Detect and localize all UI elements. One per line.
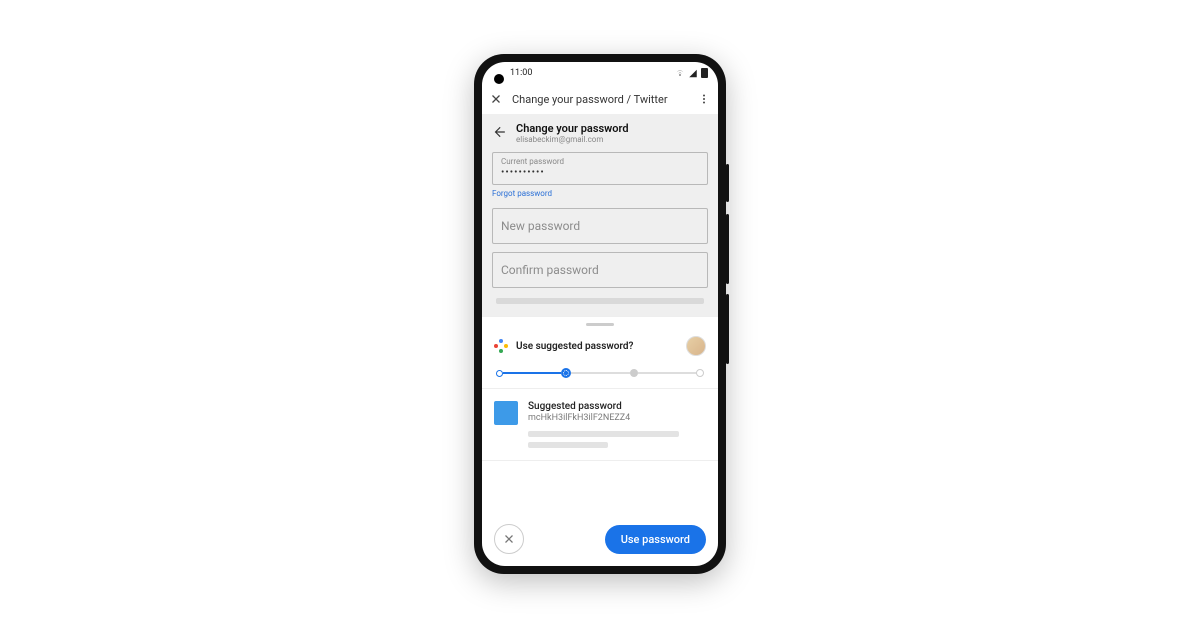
wifi-icon bbox=[675, 69, 685, 78]
status-bar: 11:00 bbox=[482, 62, 718, 84]
volume-down-button[interactable] bbox=[726, 294, 729, 364]
assistant-prompt-row: Use suggested password? bbox=[482, 332, 718, 364]
step-node-4-check-icon bbox=[696, 369, 704, 377]
step-node-1 bbox=[496, 370, 503, 377]
page-header: Change your password elisabeckim@gmail.c… bbox=[492, 122, 708, 144]
app-bar: Change your password / Twitter bbox=[482, 84, 718, 114]
more-options-icon[interactable] bbox=[698, 92, 710, 106]
appbar-title: Change your password / Twitter bbox=[512, 93, 688, 106]
volume-up-button[interactable] bbox=[726, 214, 729, 284]
new-password-field[interactable]: New password bbox=[492, 208, 708, 244]
close-icon[interactable] bbox=[490, 93, 502, 105]
sheet-footer: Use password bbox=[482, 514, 718, 566]
current-password-label: Current password bbox=[501, 157, 699, 166]
assistant-logo-icon bbox=[494, 339, 508, 353]
account-email: elisabeckim@gmail.com bbox=[516, 135, 629, 144]
battery-icon bbox=[701, 68, 708, 78]
suggested-password-label: Suggested password bbox=[528, 401, 706, 412]
password-form: Change your password elisabeckim@gmail.c… bbox=[482, 114, 718, 316]
site-icon bbox=[494, 401, 518, 425]
text-skeleton bbox=[528, 431, 679, 437]
suggested-password-value: mcHkH3ilFkH3ilF2NEZZ4 bbox=[528, 413, 706, 423]
assistant-prompt: Use suggested password? bbox=[516, 341, 678, 352]
screen: 11:00 Change your password / Twitter bbox=[482, 62, 718, 566]
current-password-value: •••••••••• bbox=[501, 166, 699, 178]
suggested-password-card[interactable]: Suggested password mcHkH3ilFkH3ilF2NEZZ4 bbox=[482, 389, 718, 460]
back-arrow-icon[interactable] bbox=[492, 124, 506, 143]
drag-handle[interactable] bbox=[586, 323, 614, 326]
assistant-sheet: Use suggested password? Suggested passwo… bbox=[482, 316, 718, 461]
clock: 11:00 bbox=[510, 68, 532, 78]
front-camera bbox=[494, 74, 504, 84]
current-password-field[interactable]: Current password •••••••••• bbox=[492, 152, 708, 185]
step-node-3-key-icon bbox=[630, 369, 638, 377]
forgot-password-link[interactable]: Forgot password bbox=[492, 189, 708, 198]
content-skeleton bbox=[496, 298, 704, 304]
text-skeleton bbox=[528, 442, 608, 448]
step-node-2-gear-icon bbox=[561, 368, 571, 378]
dismiss-button[interactable] bbox=[494, 524, 524, 554]
signal-icon bbox=[688, 69, 698, 78]
use-password-button[interactable]: Use password bbox=[605, 525, 706, 554]
confirm-password-field[interactable]: Confirm password bbox=[492, 252, 708, 288]
phone-frame: 11:00 Change your password / Twitter bbox=[474, 54, 726, 574]
page-title: Change your password bbox=[516, 122, 629, 135]
progress-steps bbox=[482, 364, 718, 388]
avatar[interactable] bbox=[686, 336, 706, 356]
status-icons bbox=[675, 68, 708, 78]
power-button[interactable] bbox=[726, 164, 729, 202]
